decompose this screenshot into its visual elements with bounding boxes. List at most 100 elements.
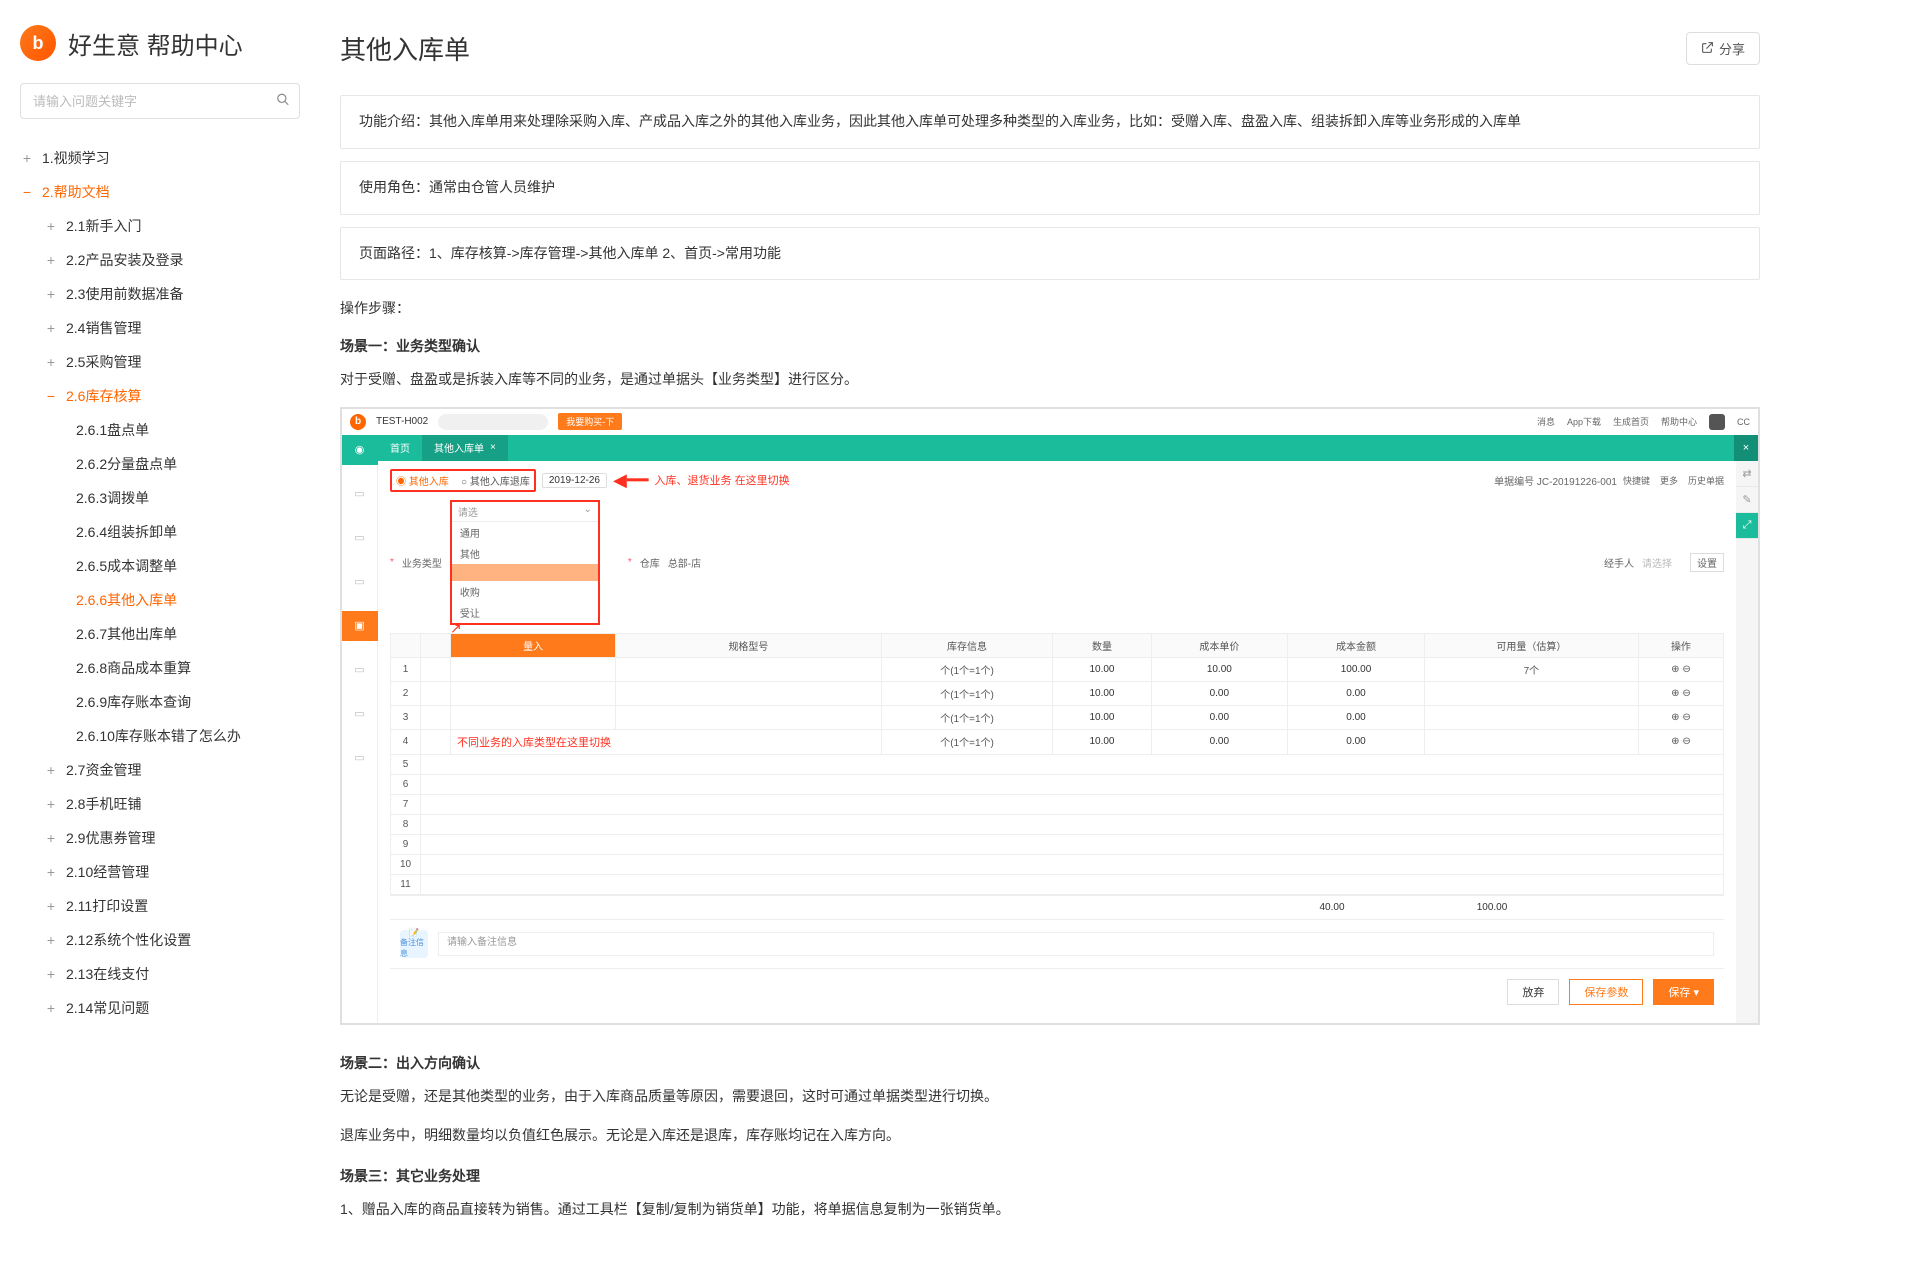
nav-item-2-6-1[interactable]: 2.6.1盘点单 (20, 413, 300, 447)
scene2-text2: 退库业务中，明细数量均以负值红色展示。无论是入库还是退库，库存账均记在入库方向。 (340, 1122, 1760, 1149)
table-row: 8 (391, 814, 1724, 834)
nav-item-2-6-5[interactable]: 2.6.5成本调整单 (20, 549, 300, 583)
plus-icon: + (44, 253, 58, 267)
role-label: 使用角色： (359, 179, 429, 195)
nav-item-2-12[interactable]: +2.12系统个性化设置 (20, 923, 300, 957)
ss-toolbar: 快捷键 更多 历史单据 (1623, 474, 1724, 487)
nav-item-2-8[interactable]: +2.8手机旺铺 (20, 787, 300, 821)
ss-th: 成本单价 (1151, 633, 1288, 657)
role-text: 通常由仓管人员维护 (429, 179, 555, 195)
ss-tab-closeall-icon: × (1734, 435, 1758, 461)
ss-dd-option: 受让 (452, 602, 598, 623)
ss-topbar: b TEST-H002 我要购买-下 消息 App下载 生成首页 帮助中心 CC (342, 409, 1758, 435)
ss-nav-icon: ▭ (342, 567, 378, 597)
plus-icon: + (44, 321, 58, 335)
ss-footer: 放弃 保存参数 保存 ▾ (390, 968, 1724, 1015)
ss-logo-icon: b (350, 414, 366, 430)
ss-dd-option-selected (452, 564, 598, 581)
ss-nav-icon: ▭ (342, 743, 378, 773)
ss-tool-quick: 快捷键 (1623, 474, 1650, 487)
table-row: 4不同业务的入库类型在这里切换个(1个=1个)10.000.000.00⊕ ⊖ (391, 729, 1724, 754)
chevron-down-icon: ⌄ (584, 504, 592, 519)
ss-annotation-text: 入库、退货业务 在这里切换 (655, 472, 790, 488)
tool-icon: ⤢ (1736, 513, 1758, 539)
ss-msg-link: 消息 (1537, 415, 1555, 428)
nav-item-2-6-10[interactable]: 2.6.10库存账本错了怎么办 (20, 719, 300, 753)
steps-label: 操作步骤： (340, 298, 1760, 318)
ss-nav-icon: ▭ (342, 699, 378, 729)
nav-item-docs[interactable]: −2.帮助文档 (20, 175, 300, 209)
plus-icon: + (44, 899, 58, 913)
nav-item-2-6-8[interactable]: 2.6.8商品成本重算 (20, 651, 300, 685)
sidebar: b 好生意 帮助中心 +1.视频学习 −2.帮助文档 +2.1新手入门 +2.2… (0, 0, 320, 1275)
nav-item-2-13[interactable]: +2.13在线支付 (20, 957, 300, 991)
ss-save-button: 保存 ▾ (1653, 979, 1714, 1005)
ss-date-field: 2019-12-26 (542, 473, 607, 488)
ss-sidenav: ◉ ▭ ▭ ▭ ▣ ▭ ▭ ▭ (342, 435, 378, 1023)
ss-annotation-text2: 不同业务的入库类型在这里切换 (457, 737, 611, 749)
plus-icon: + (44, 933, 58, 947)
nav-item-2-3[interactable]: +2.3使用前数据准备 (20, 277, 300, 311)
nav-item-2-7[interactable]: +2.7资金管理 (20, 753, 300, 787)
nav-item-2-14[interactable]: +2.14常见问题 (20, 991, 300, 1025)
ss-tab-current: 其他入库单× (422, 435, 508, 461)
table-row: 3个(1个=1个)10.000.000.00⊕ ⊖ (391, 705, 1724, 729)
ss-discard-button: 放弃 (1507, 979, 1559, 1005)
scene1-text: 对于受赠、盘盈或是拆装入库等不同的业务，是通过单据头【业务类型】进行区分。 (340, 366, 1760, 393)
nav-item-2-6[interactable]: −2.6库存核算 (20, 379, 300, 413)
page-title: 其他入库单 (340, 30, 470, 67)
remark-icon: 📝备注信息 (400, 930, 428, 958)
nav-item-2-2[interactable]: +2.2产品安装及登录 (20, 243, 300, 277)
minus-icon: − (44, 389, 58, 403)
ss-username: CC (1737, 417, 1750, 427)
nav-item-2-6-4[interactable]: 2.6.4组装拆卸单 (20, 515, 300, 549)
path-box: 页面路径：1、库存核算->库存管理->其他入库单 2、首页->常用功能 (340, 227, 1760, 281)
ss-warehouse-value: 总部-店 (668, 555, 701, 570)
table-row: 1个(1个=1个)10.0010.00100.007个⊕ ⊖ (391, 657, 1724, 681)
arrow-diag-icon: ↗ (450, 620, 462, 637)
ss-search-box (438, 414, 548, 430)
intro-text: 其他入库单用来处理除采购入库、产成品入库之外的其他入库业务，因此其他入库单可处理… (429, 113, 1521, 129)
nav-item-2-6-7[interactable]: 2.6.7其他出库单 (20, 617, 300, 651)
nav-item-2-6-3[interactable]: 2.6.3调拨单 (20, 481, 300, 515)
plus-icon: + (44, 967, 58, 981)
nav-item-2-4[interactable]: +2.4销售管理 (20, 311, 300, 345)
ss-totals-row: 40.00 100.00 (390, 895, 1724, 919)
nav-item-2-6-9[interactable]: 2.6.9库存账本查询 (20, 685, 300, 719)
nav-item-2-6-2[interactable]: 2.6.2分量盘点单 (20, 447, 300, 481)
ss-save-add-button: 保存参数 (1569, 979, 1643, 1005)
ss-nav-home-icon: ◉ (342, 435, 378, 465)
site-logo-row: b 好生意 帮助中心 (20, 25, 300, 61)
ss-side-tools: ⇄ ✎ ⤢ (1736, 461, 1758, 1023)
scene1-title: 场景一：业务类型确认 (340, 336, 1760, 356)
ss-help-link: 帮助中心 (1661, 415, 1697, 428)
ss-nav-active-icon: ▣ (342, 611, 378, 641)
path-label: 页面路径： (359, 245, 429, 261)
nav-item-2-10[interactable]: +2.10经营管理 (20, 855, 300, 889)
ss-tenant: TEST-H002 (376, 416, 428, 427)
intro-label: 功能介绍： (359, 113, 429, 129)
ss-nav-icon: ▭ (342, 523, 378, 553)
nav-item-2-1[interactable]: +2.1新手入门 (20, 209, 300, 243)
ss-app-link: App下载 (1567, 415, 1601, 428)
nav-item-2-6-6[interactable]: 2.6.6其他入库单 (20, 583, 300, 617)
plus-icon: + (44, 797, 58, 811)
table-row: 5 (391, 754, 1724, 774)
intro-box: 功能介绍：其他入库单用来处理除采购入库、产成品入库之外的其他入库业务，因此其他入… (340, 95, 1760, 149)
ss-th: 规格型号 (616, 633, 881, 657)
nav-item-2-9[interactable]: +2.9优惠券管理 (20, 821, 300, 855)
nav-item-video[interactable]: +1.视频学习 (20, 141, 300, 175)
ss-th: 库存信息 (881, 633, 1053, 657)
ss-doc-no: 单据编号 JC-20191226-001 (1494, 473, 1617, 488)
scene2-text1: 无论是受赠，还是其他类型的业务，由于入库商品质量等原因，需要退回，这时可通过单据… (340, 1083, 1760, 1110)
ss-avatar-icon (1709, 414, 1725, 430)
nav-item-2-11[interactable]: +2.11打印设置 (20, 889, 300, 923)
nav-item-2-5[interactable]: +2.5采购管理 (20, 345, 300, 379)
scene3-text: 1、赠品入库的商品直接转为销售。通过工具栏【复制/复制为销货单】功能，将单据信息… (340, 1196, 1760, 1223)
share-button[interactable]: 分享 (1686, 32, 1760, 65)
ss-tool-hist: 历史单据 (1688, 474, 1724, 487)
ss-biztype-dropdown: 请选⌄ 通用 其他 收购 受让 (450, 500, 600, 625)
arrow-left-icon: ◀━━ (613, 471, 649, 489)
search-input[interactable] (20, 83, 300, 119)
ss-th: 数量 (1053, 633, 1151, 657)
